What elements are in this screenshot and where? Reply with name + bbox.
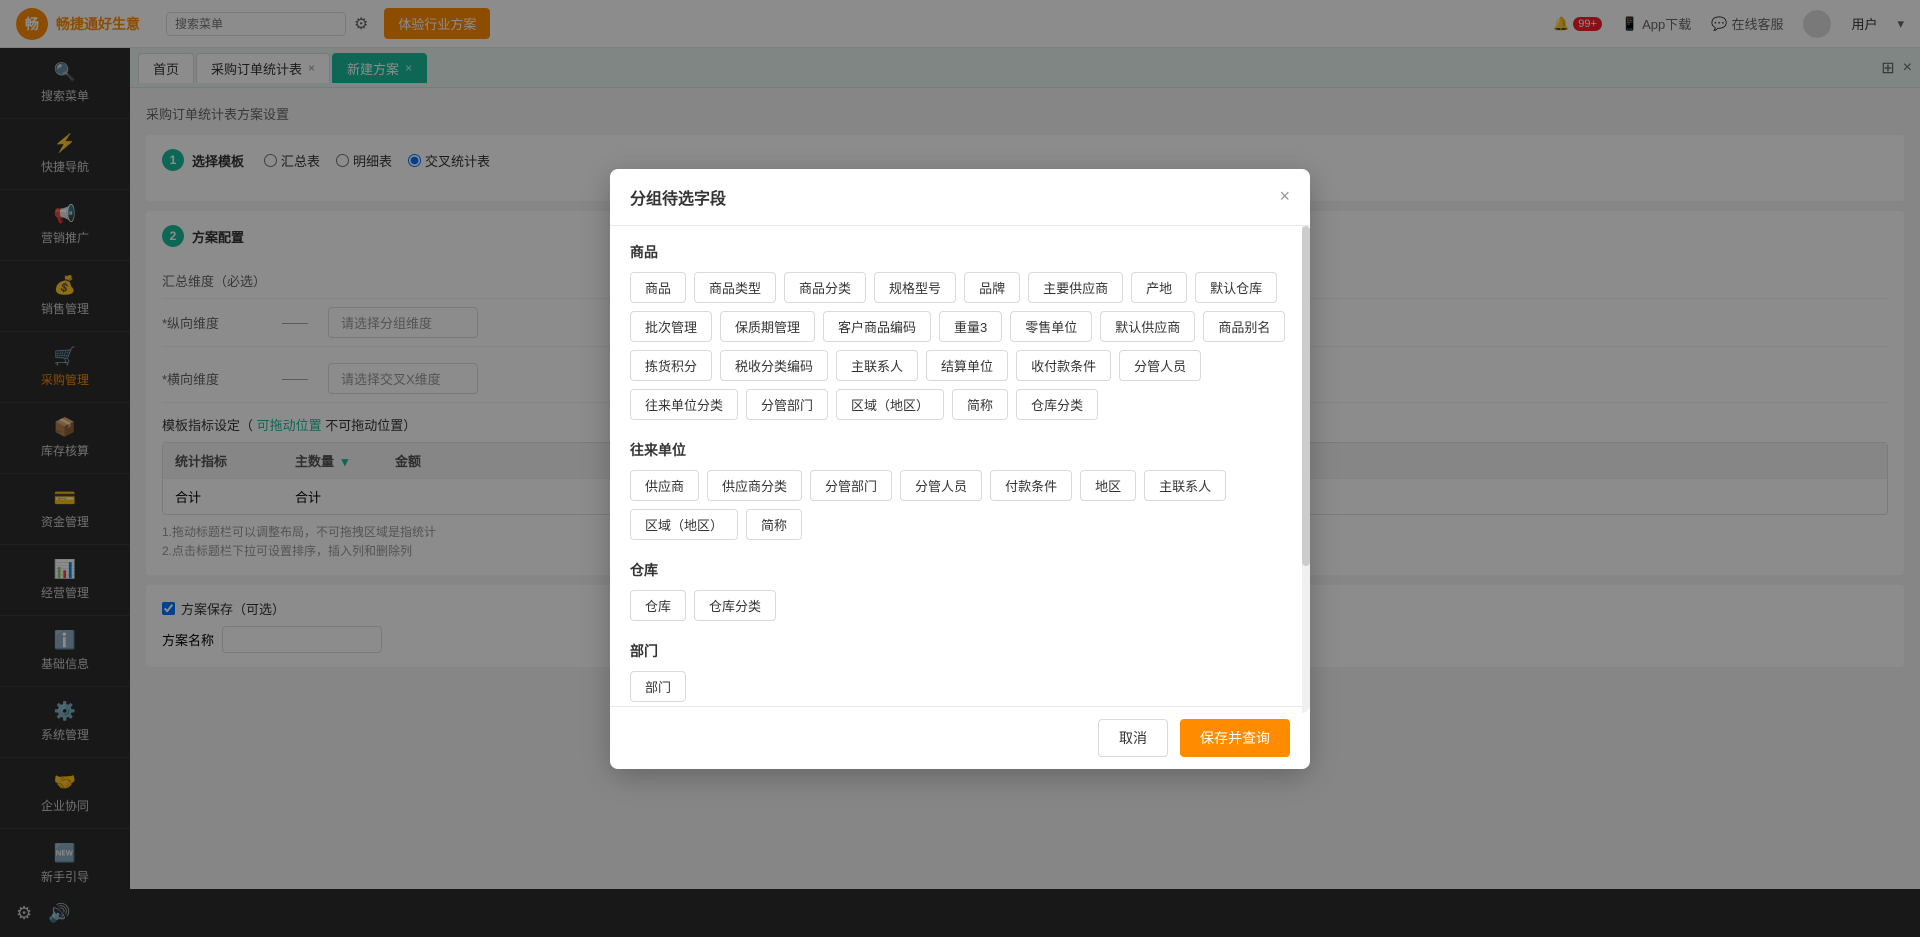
field-group-counterpart-title: 往来单位: [630, 440, 1290, 460]
field-tag[interactable]: 默认仓库: [1195, 272, 1277, 303]
field-tag[interactable]: 重量3: [939, 311, 1002, 342]
field-tag[interactable]: 商品别名: [1203, 311, 1285, 342]
field-tag[interactable]: 主要供应商: [1028, 272, 1123, 303]
field-group-warehouse: 仓库 仓库 仓库分类: [630, 560, 1290, 621]
field-tag[interactable]: 保质期管理: [720, 311, 815, 342]
field-tag[interactable]: 分管部门: [746, 389, 828, 420]
field-tag[interactable]: 简称: [952, 389, 1008, 420]
modal-overlay: 分组待选字段 × 商品 商品 商品类型 商品分类 规格型号 品牌 主要供应商 产…: [0, 0, 1920, 937]
modal-scrollbar-track: [1302, 226, 1310, 713]
modal-title: 分组待选字段: [630, 185, 726, 209]
modal-body[interactable]: 商品 商品 商品类型 商品分类 规格型号 品牌 主要供应商 产地 默认仓库 批次…: [610, 226, 1310, 706]
field-tag[interactable]: 拣货积分: [630, 350, 712, 381]
modal-close-button[interactable]: ×: [1279, 186, 1290, 207]
modal-scrollbar-thumb[interactable]: [1302, 226, 1310, 567]
field-tag[interactable]: 商品: [630, 272, 686, 303]
field-tag[interactable]: 仓库: [630, 590, 686, 621]
field-group-product-title: 商品: [630, 242, 1290, 262]
field-tag[interactable]: 零售单位: [1010, 311, 1092, 342]
field-group-counterpart: 往来单位 供应商 供应商分类 分管部门 分管人员 付款条件 地区 主联系人 区域…: [630, 440, 1290, 540]
field-tag[interactable]: 地区: [1080, 470, 1136, 501]
field-tag[interactable]: 部门: [630, 671, 686, 702]
field-tags-department: 部门: [630, 671, 1290, 702]
field-tags-warehouse: 仓库 仓库分类: [630, 590, 1290, 621]
field-tag[interactable]: 供应商: [630, 470, 699, 501]
save-query-button[interactable]: 保存并查询: [1180, 719, 1290, 757]
field-tag[interactable]: 规格型号: [874, 272, 956, 303]
field-tag[interactable]: 分管部门: [810, 470, 892, 501]
field-group-product: 商品 商品 商品类型 商品分类 规格型号 品牌 主要供应商 产地 默认仓库 批次…: [630, 242, 1290, 420]
field-tags-counterpart: 供应商 供应商分类 分管部门 分管人员 付款条件 地区 主联系人 区域（地区） …: [630, 470, 1290, 540]
field-tag[interactable]: 往来单位分类: [630, 389, 738, 420]
field-tag[interactable]: 付款条件: [990, 470, 1072, 501]
field-tag[interactable]: 供应商分类: [707, 470, 802, 501]
field-tag[interactable]: 默认供应商: [1100, 311, 1195, 342]
field-group-warehouse-title: 仓库: [630, 560, 1290, 580]
field-tag[interactable]: 分管人员: [900, 470, 982, 501]
field-tag[interactable]: 品牌: [964, 272, 1020, 303]
field-tag[interactable]: 仓库分类: [694, 590, 776, 621]
field-tag[interactable]: 商品分类: [784, 272, 866, 303]
field-tag[interactable]: 产地: [1131, 272, 1187, 303]
field-tag[interactable]: 区域（地区）: [836, 389, 944, 420]
field-tag[interactable]: 区域（地区）: [630, 509, 738, 540]
field-tag[interactable]: 仓库分类: [1016, 389, 1098, 420]
field-tag[interactable]: 税收分类编码: [720, 350, 828, 381]
field-tag[interactable]: 批次管理: [630, 311, 712, 342]
field-tag[interactable]: 主联系人: [836, 350, 918, 381]
field-tag[interactable]: 主联系人: [1144, 470, 1226, 501]
field-tags-product: 商品 商品类型 商品分类 规格型号 品牌 主要供应商 产地 默认仓库 批次管理 …: [630, 272, 1290, 420]
field-tag[interactable]: 简称: [746, 509, 802, 540]
modal-header: 分组待选字段 ×: [610, 169, 1310, 226]
cancel-button[interactable]: 取消: [1098, 719, 1168, 757]
field-tag[interactable]: 分管人员: [1119, 350, 1201, 381]
modal: 分组待选字段 × 商品 商品 商品类型 商品分类 规格型号 品牌 主要供应商 产…: [610, 169, 1310, 769]
field-tag[interactable]: 收付款条件: [1016, 350, 1111, 381]
field-tag[interactable]: 客户商品编码: [823, 311, 931, 342]
field-tag[interactable]: 商品类型: [694, 272, 776, 303]
field-group-department-title: 部门: [630, 641, 1290, 661]
field-group-department: 部门 部门: [630, 641, 1290, 702]
field-tag[interactable]: 结算单位: [926, 350, 1008, 381]
modal-footer: 取消 保存并查询: [610, 706, 1310, 769]
